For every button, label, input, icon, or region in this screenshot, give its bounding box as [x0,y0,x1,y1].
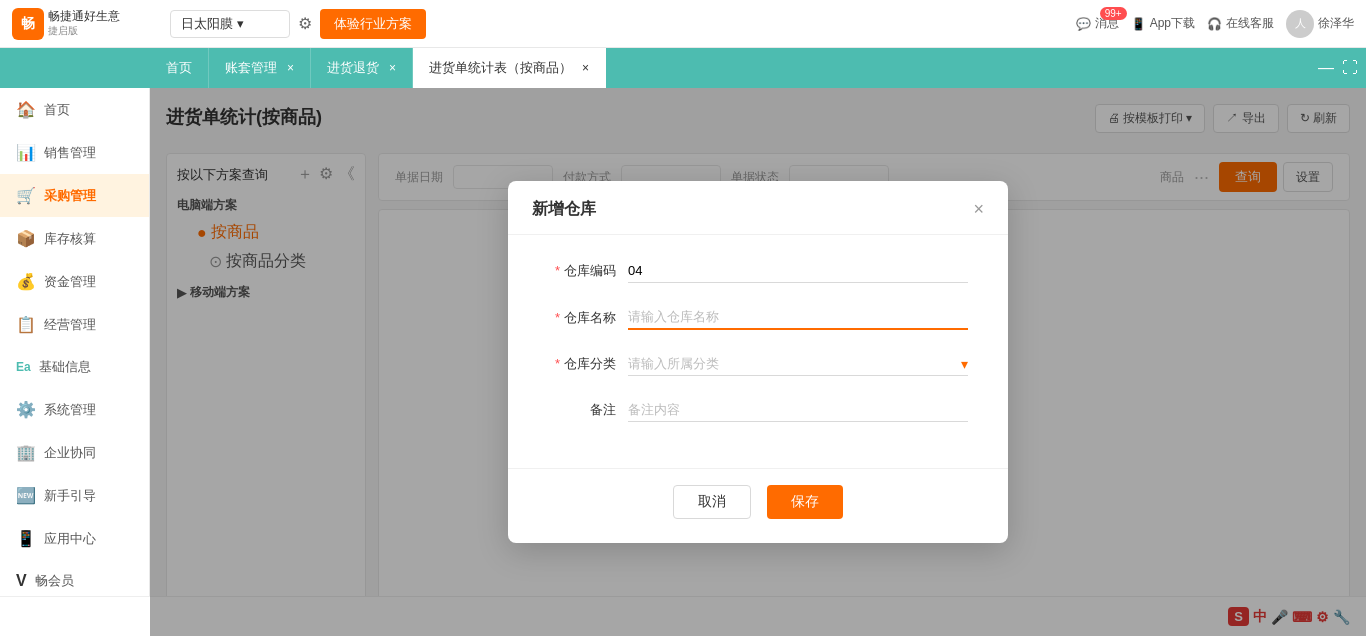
code-input[interactable] [628,259,968,283]
logo-area: 畅 畅捷通好生意 捷启版 [12,8,162,40]
avatar: 人 [1286,10,1314,38]
category-input[interactable] [628,352,961,375]
sidebar: 🏠 首页 📊 销售管理 🛒 采购管理 📦 库存核算 💰 资金管理 📋 经营管理 … [0,88,150,636]
app-label: App下载 [1150,15,1195,32]
form-row-category: 仓库分类 ▾ [548,352,968,376]
tab-home-label: 首页 [166,59,192,77]
home-icon: 🏠 [16,100,36,119]
sidebar-item-guide-label: 新手引导 [44,487,96,505]
sidebar-item-home[interactable]: 🏠 首页 [0,88,149,131]
service-item[interactable]: 🎧 在线客服 [1207,15,1274,32]
tab-account[interactable]: 账套管理 × [209,48,311,88]
sidebar-item-operations-label: 经营管理 [44,316,96,334]
header-actions: 💬 消息 99+ 📱 App下载 🎧 在线客服 人 徐泽华 [1076,10,1354,38]
sidebar-item-sales[interactable]: 📊 销售管理 [0,131,149,174]
sales-icon: 📊 [16,143,36,162]
new-warehouse-modal: 新增仓库 × 仓库编码 仓库名称 仓库分类 [508,181,1008,543]
experience-button[interactable]: 体验行业方案 [320,9,426,39]
category-select-wrapper: ▾ [628,352,968,376]
user-item[interactable]: 人 徐泽华 [1286,10,1354,38]
note-label: 备注 [548,401,628,419]
modal-header: 新增仓库 × [508,181,1008,235]
store-name: 日太阳膜 [181,15,233,33]
app-icon: 📱 [1131,17,1146,31]
content-area: 进货单统计(按商品) 🖨 按模板打印 ▾ ↗ 导出 ↻ 刷新 [150,88,1366,636]
sidebar-item-system-label: 系统管理 [44,401,96,419]
sidebar-item-inventory-label: 库存核算 [44,230,96,248]
tab-purchase-stats-label: 进货单统计表（按商品） [429,59,572,77]
message-badge: 99+ [1100,7,1127,20]
tab-bar: 首页 账套管理 × 进货退货 × 进货单统计表（按商品） × — ⛶ [0,48,1366,88]
sidebar-item-appcenter[interactable]: 📱 应用中心 [0,517,149,560]
tab-home[interactable]: 首页 [150,48,209,88]
sidebar-item-home-label: 首页 [44,101,70,119]
sidebar-item-system[interactable]: ⚙️ 系统管理 [0,388,149,431]
note-input[interactable] [628,398,968,422]
tab-account-label: 账套管理 [225,59,277,77]
form-row-code: 仓库编码 [548,259,968,283]
sidebar-item-appcenter-label: 应用中心 [44,530,96,548]
purchase-icon: 🛒 [16,186,36,205]
modal-title: 新增仓库 [532,199,596,220]
guide-icon: 🆕 [16,486,36,505]
tab-purchase-return[interactable]: 进货退货 × [311,48,413,88]
tab-purchase-stats-close-icon[interactable]: × [582,61,589,75]
message-icon: 💬 [1076,17,1091,31]
store-select-arrow-icon: ▾ [237,16,244,31]
member-icon: V [16,572,27,590]
logo-icon: 畅 [12,8,44,40]
tab-account-close-icon[interactable]: × [287,61,294,75]
modal-footer: 取消 保存 [508,468,1008,543]
sidebar-item-purchase-label: 采购管理 [44,187,96,205]
form-row-note: 备注 [548,398,968,422]
tab-maximize-button[interactable]: ⛶ [1342,59,1358,77]
logo-text-block: 畅捷通好生意 捷启版 [48,9,120,39]
sidebar-item-finance[interactable]: 💰 资金管理 [0,260,149,303]
tab-minimize-button[interactable]: — [1318,59,1334,77]
enterprise-icon: 🏢 [16,443,36,462]
sidebar-item-inventory[interactable]: 📦 库存核算 [0,217,149,260]
sidebar-item-purchase[interactable]: 🛒 采购管理 [0,174,149,217]
headset-icon: 🎧 [1207,17,1222,31]
top-header: 畅 畅捷通好生意 捷启版 日太阳膜 ▾ ⚙ 体验行业方案 💬 消息 99+ 📱 … [0,0,1366,48]
sidebar-item-enterprise[interactable]: 🏢 企业协同 [0,431,149,474]
sidebar-item-sales-label: 销售管理 [44,144,96,162]
appcenter-icon: 📱 [16,529,36,548]
category-dropdown-icon[interactable]: ▾ [961,356,968,372]
finance-icon: 💰 [16,272,36,291]
inventory-icon: 📦 [16,229,36,248]
basic-icon: Ea [16,360,31,374]
operations-icon: 📋 [16,315,36,334]
user-name: 徐泽华 [1318,15,1354,32]
sidebar-item-member-label: 畅会员 [35,572,74,590]
message-icon-item[interactable]: 💬 消息 99+ [1076,15,1119,32]
tab-purchase-return-label: 进货退货 [327,59,379,77]
name-label: 仓库名称 [548,309,628,327]
sidebar-item-basic[interactable]: Ea 基础信息 [0,346,149,388]
sidebar-item-enterprise-label: 企业协同 [44,444,96,462]
logo-subtitle: 捷启版 [48,24,120,38]
service-label: 在线客服 [1226,15,1274,32]
code-label: 仓库编码 [548,262,628,280]
logo-title: 畅捷通好生意 [48,9,120,25]
cancel-button[interactable]: 取消 [673,485,751,519]
tab-purchase-return-close-icon[interactable]: × [389,61,396,75]
store-select[interactable]: 日太阳膜 ▾ [170,10,290,38]
sidebar-item-finance-label: 资金管理 [44,273,96,291]
app-download-item[interactable]: 📱 App下载 [1131,15,1195,32]
form-row-name: 仓库名称 [548,305,968,330]
tab-bar-actions: — ⛶ [1318,59,1366,77]
name-input[interactable] [628,305,968,330]
sidebar-item-guide[interactable]: 🆕 新手引导 [0,474,149,517]
modal-body: 仓库编码 仓库名称 仓库分类 ▾ 备注 [508,235,1008,468]
category-label: 仓库分类 [548,355,628,373]
sidebar-item-basic-label: 基础信息 [39,358,91,376]
main-layout: 🏠 首页 📊 销售管理 🛒 采购管理 📦 库存核算 💰 资金管理 📋 经营管理 … [0,88,1366,636]
system-icon: ⚙️ [16,400,36,419]
tab-purchase-stats[interactable]: 进货单统计表（按商品） × [413,48,606,88]
modal-close-button[interactable]: × [973,199,984,220]
save-button[interactable]: 保存 [767,485,843,519]
gear-icon[interactable]: ⚙ [298,14,312,33]
sidebar-item-operations[interactable]: 📋 经营管理 [0,303,149,346]
